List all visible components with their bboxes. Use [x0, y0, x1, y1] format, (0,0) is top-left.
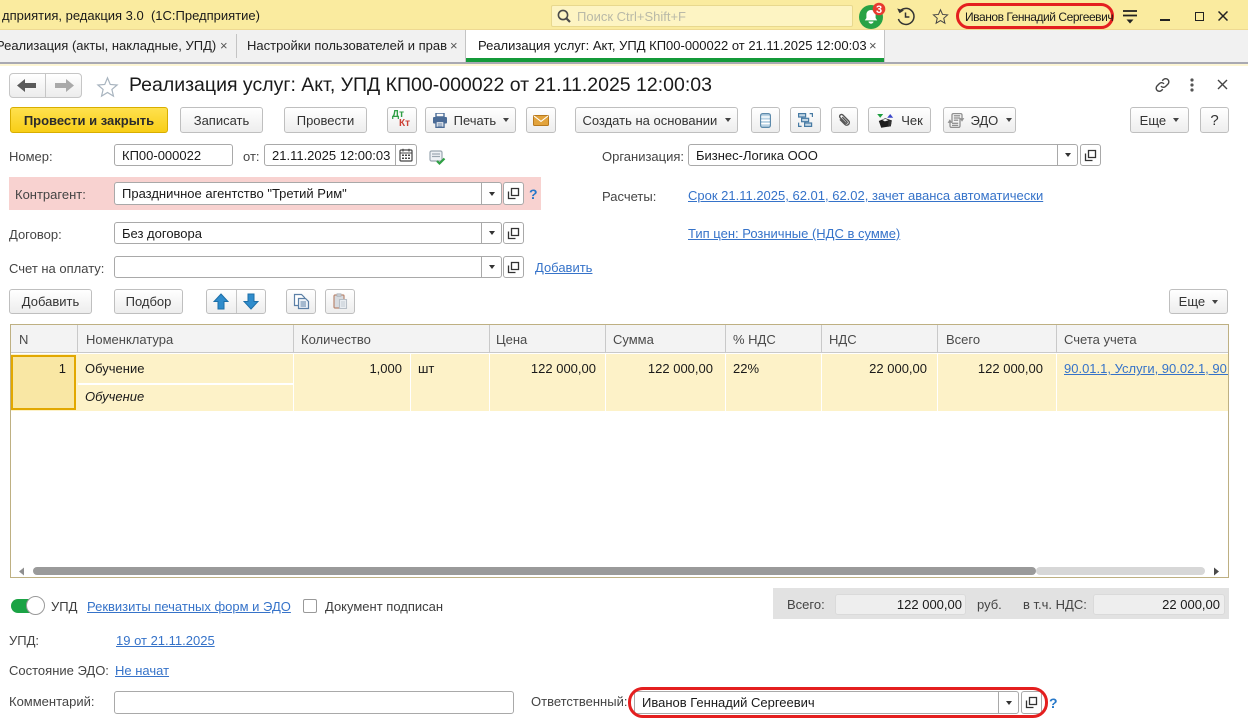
svg-text:3: 3	[876, 4, 882, 16]
